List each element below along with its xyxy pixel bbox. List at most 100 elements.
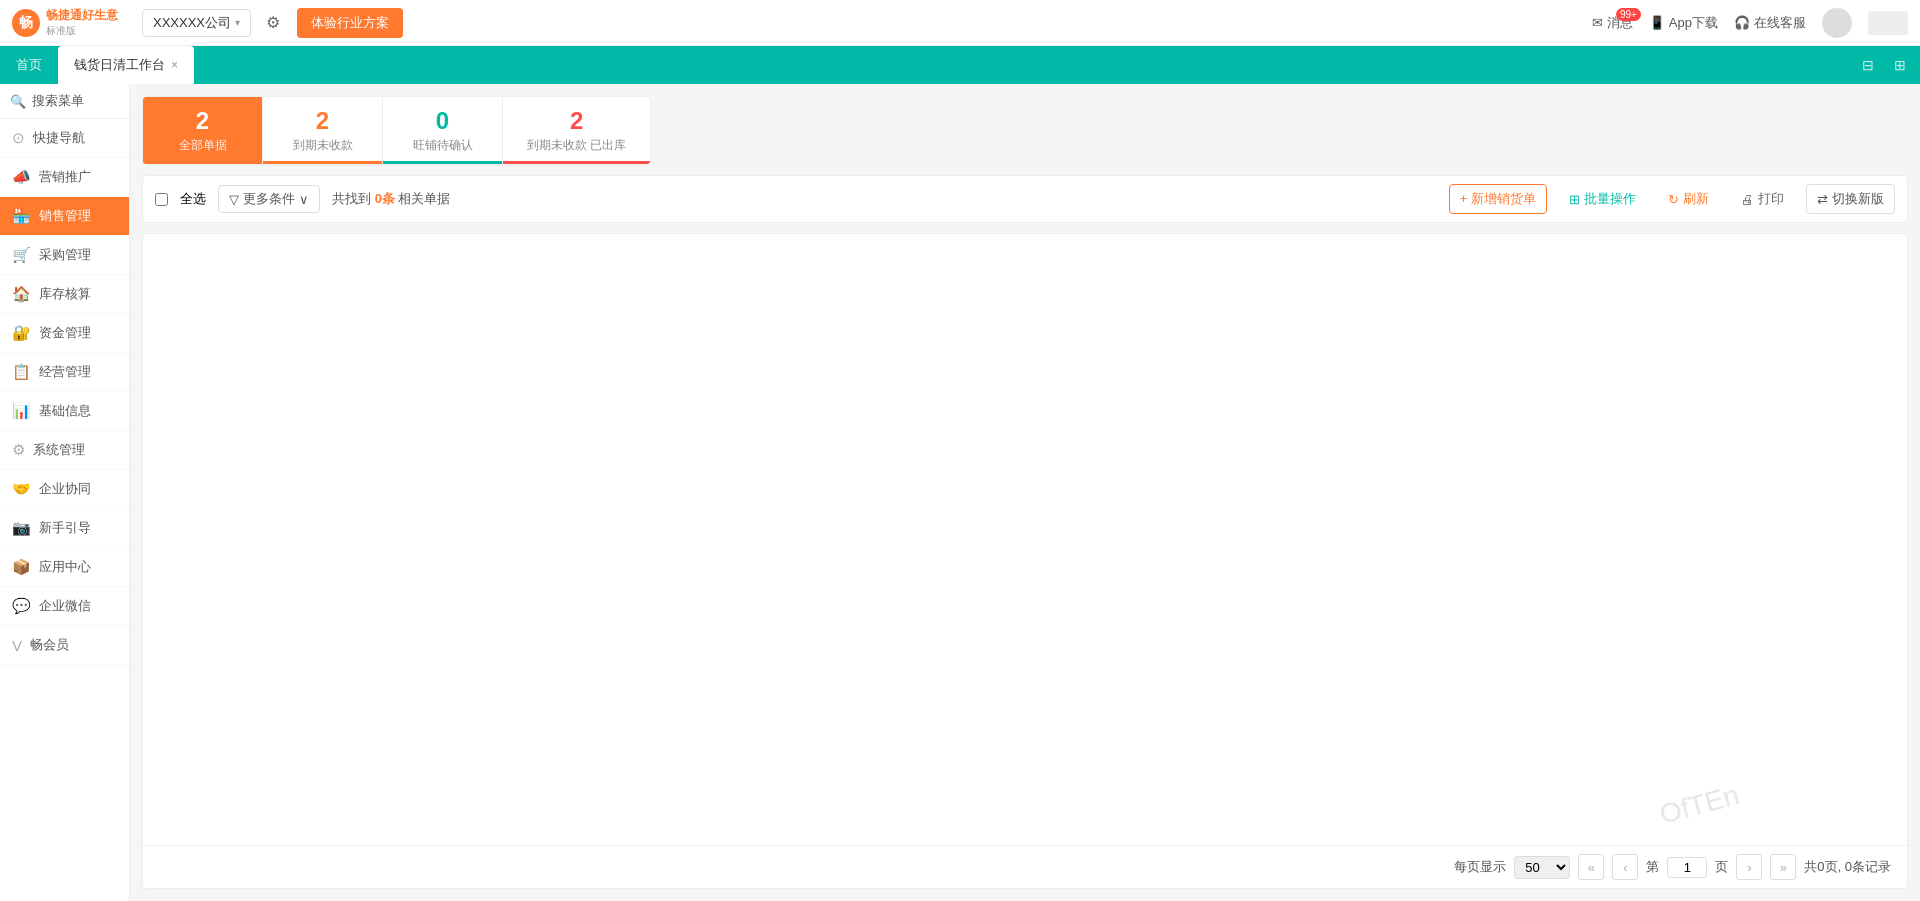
toolbar-right: + 新增销货单 ⊞ 批量操作 ↻ 刷新 🖨 打印 ⇄ 切换新版 (1449, 184, 1895, 214)
window-shrink-button[interactable]: ⊟ (1856, 53, 1880, 77)
user-avatar[interactable] (1822, 8, 1852, 38)
sidebar-item-system-label: 系统管理 (33, 441, 85, 459)
company-name: XXXXXX公司 (153, 14, 231, 32)
per-page-label: 每页显示 (1454, 858, 1506, 876)
quick-nav-icon: ⊙ (12, 129, 25, 147)
message-badge: 99+ (1616, 8, 1641, 21)
sidebar-item-cooperation-label: 企业协同 (39, 480, 91, 498)
logo-text: 畅捷通好生意 标准版 (46, 7, 118, 38)
sidebar-item-marketing[interactable]: 📣 营销推广 (0, 158, 129, 197)
mobile-icon: 📱 (1649, 15, 1665, 30)
sidebar-search[interactable]: 🔍 搜索菜单 (0, 84, 129, 119)
filter-label: 更多条件 (243, 190, 295, 208)
sidebar-item-sales[interactable]: 🏪 销售管理 (0, 197, 129, 236)
found-count: 0条 (375, 191, 395, 206)
sidebar-item-purchase-label: 采购管理 (39, 246, 91, 264)
sidebar-item-purchase[interactable]: 🛒 采购管理 (0, 236, 129, 275)
stat-label-pending: 旺铺待确认 (413, 137, 473, 154)
select-all-label: 全选 (180, 190, 206, 208)
sidebar-item-finance-label: 资金管理 (39, 324, 91, 342)
stats-tabs: 2 全部单据 2 到期未收款 0 旺铺待确认 2 到期未收款 已出库 (142, 96, 651, 165)
first-page-button[interactable]: « (1578, 854, 1604, 880)
sidebar-item-vip[interactable]: V 畅会员 (0, 626, 129, 665)
sidebar-item-app-center[interactable]: 📦 应用中心 (0, 548, 129, 587)
sales-icon: 🏪 (12, 207, 31, 225)
vip-icon: V (12, 637, 22, 654)
message-action[interactable]: ✉ 消息 99+ (1592, 14, 1633, 32)
try-industry-button[interactable]: 体验行业方案 (297, 8, 403, 38)
tab-home[interactable]: 首页 (0, 46, 58, 84)
content-area: 2 全部单据 2 到期未收款 0 旺铺待确认 2 到期未收款 已出库 全选 (130, 84, 1920, 901)
guide-icon: 📷 (12, 519, 31, 537)
stat-label-overdue: 到期未收款 (293, 137, 353, 154)
online-service-action[interactable]: 🎧 在线客服 (1734, 14, 1806, 32)
sidebar-item-sales-label: 销售管理 (39, 207, 91, 225)
last-page-button[interactable]: » (1770, 854, 1796, 880)
company-selector[interactable]: XXXXXX公司 ▾ (142, 9, 251, 37)
purchase-icon: 🛒 (12, 246, 31, 264)
window-expand-button[interactable]: ⊞ (1888, 53, 1912, 77)
prev-page-button[interactable]: ‹ (1612, 854, 1638, 880)
sidebar-item-guide[interactable]: 📷 新手引导 (0, 509, 129, 548)
print-button[interactable]: 🖨 打印 (1731, 185, 1794, 213)
app-center-icon: 📦 (12, 558, 31, 576)
sidebar-item-operations-label: 经营管理 (39, 363, 91, 381)
batch-btn-label: 批量操作 (1584, 190, 1636, 208)
sidebar-item-system[interactable]: ⚙ 系统管理 (0, 431, 129, 470)
logo-icon: 畅 (12, 9, 40, 37)
sidebar-item-quick-nav[interactable]: ⊙ 快捷导航 (0, 119, 129, 158)
nav-tabs: 首页 钱货日清工作台 × ⊟ ⊞ (0, 46, 1920, 84)
sidebar-item-cooperation[interactable]: 🤝 企业协同 (0, 470, 129, 509)
batch-icon: ⊞ (1569, 192, 1580, 207)
found-prefix: 共找到 (332, 191, 371, 206)
sidebar-item-finance[interactable]: 🔐 资金管理 (0, 314, 129, 353)
select-all-checkbox[interactable] (155, 193, 168, 206)
online-service-label: 在线客服 (1754, 14, 1806, 32)
logo-name: 畅捷通好生意 (46, 7, 118, 24)
settings-icon[interactable]: ⚙ (259, 9, 287, 37)
stat-tab-overdue-shipped[interactable]: 2 到期未收款 已出库 (503, 97, 650, 164)
sidebar-item-vip-label: 畅会员 (30, 636, 69, 654)
tab-close-icon[interactable]: × (171, 58, 178, 72)
stat-tab-all[interactable]: 2 全部单据 (143, 97, 263, 164)
sidebar-item-marketing-label: 营销推广 (39, 168, 91, 186)
table-area: 每页显示 50 10 20 100 « ‹ 第 页 › » 共0页, 0条记录 (142, 233, 1908, 889)
pagination: 每页显示 50 10 20 100 « ‹ 第 页 › » 共0页, 0条记录 (143, 845, 1907, 888)
stat-num-all: 2 (196, 107, 209, 135)
system-icon: ⚙ (12, 441, 25, 459)
page-label: 第 (1646, 858, 1659, 876)
sidebar-item-inventory-label: 库存核算 (39, 285, 91, 303)
sidebar-item-wechat[interactable]: 💬 企业微信 (0, 587, 129, 626)
per-page-select[interactable]: 50 10 20 100 (1514, 856, 1570, 879)
next-page-button[interactable]: › (1736, 854, 1762, 880)
logo-badge: 标准版 (46, 24, 118, 38)
user-name-placeholder[interactable] (1868, 11, 1908, 35)
cooperation-icon: 🤝 (12, 480, 31, 498)
filter-button[interactable]: ▽ 更多条件 ∨ (218, 185, 320, 213)
switch-icon: ⇄ (1817, 192, 1828, 207)
stat-tab-overdue[interactable]: 2 到期未收款 (263, 97, 383, 164)
page-number-input[interactable] (1667, 857, 1707, 878)
tab-cashflow[interactable]: 钱货日清工作台 × (58, 46, 194, 84)
header-right: ✉ 消息 99+ 📱 App下载 🎧 在线客服 (1592, 8, 1908, 38)
batch-operation-button[interactable]: ⊞ 批量操作 (1559, 185, 1646, 213)
sidebar-item-operations[interactable]: 📋 经营管理 (0, 353, 129, 392)
sidebar-item-quick-nav-label: 快捷导航 (33, 129, 85, 147)
refresh-button[interactable]: ↻ 刷新 (1658, 185, 1719, 213)
sidebar-item-wechat-label: 企业微信 (39, 597, 91, 615)
marketing-icon: 📣 (12, 168, 31, 186)
service-icon: 🎧 (1734, 15, 1750, 30)
app-download-action[interactable]: 📱 App下载 (1649, 14, 1718, 32)
sidebar-item-inventory[interactable]: 🏠 库存核算 (0, 275, 129, 314)
tab-cashflow-label: 钱货日清工作台 (74, 56, 165, 74)
sidebar-item-base-info[interactable]: 📊 基础信息 (0, 392, 129, 431)
add-sales-order-button[interactable]: + 新增销货单 (1449, 184, 1547, 214)
sidebar-search-label: 搜索菜单 (32, 92, 84, 110)
switch-version-button[interactable]: ⇄ 切换新版 (1806, 184, 1895, 214)
company-arrow: ▾ (235, 17, 240, 28)
table-empty-state (143, 234, 1907, 845)
page-suffix: 页 (1715, 858, 1728, 876)
stat-tab-pending[interactable]: 0 旺铺待确认 (383, 97, 503, 164)
print-btn-label: 打印 (1758, 190, 1784, 208)
sidebar-item-guide-label: 新手引导 (39, 519, 91, 537)
